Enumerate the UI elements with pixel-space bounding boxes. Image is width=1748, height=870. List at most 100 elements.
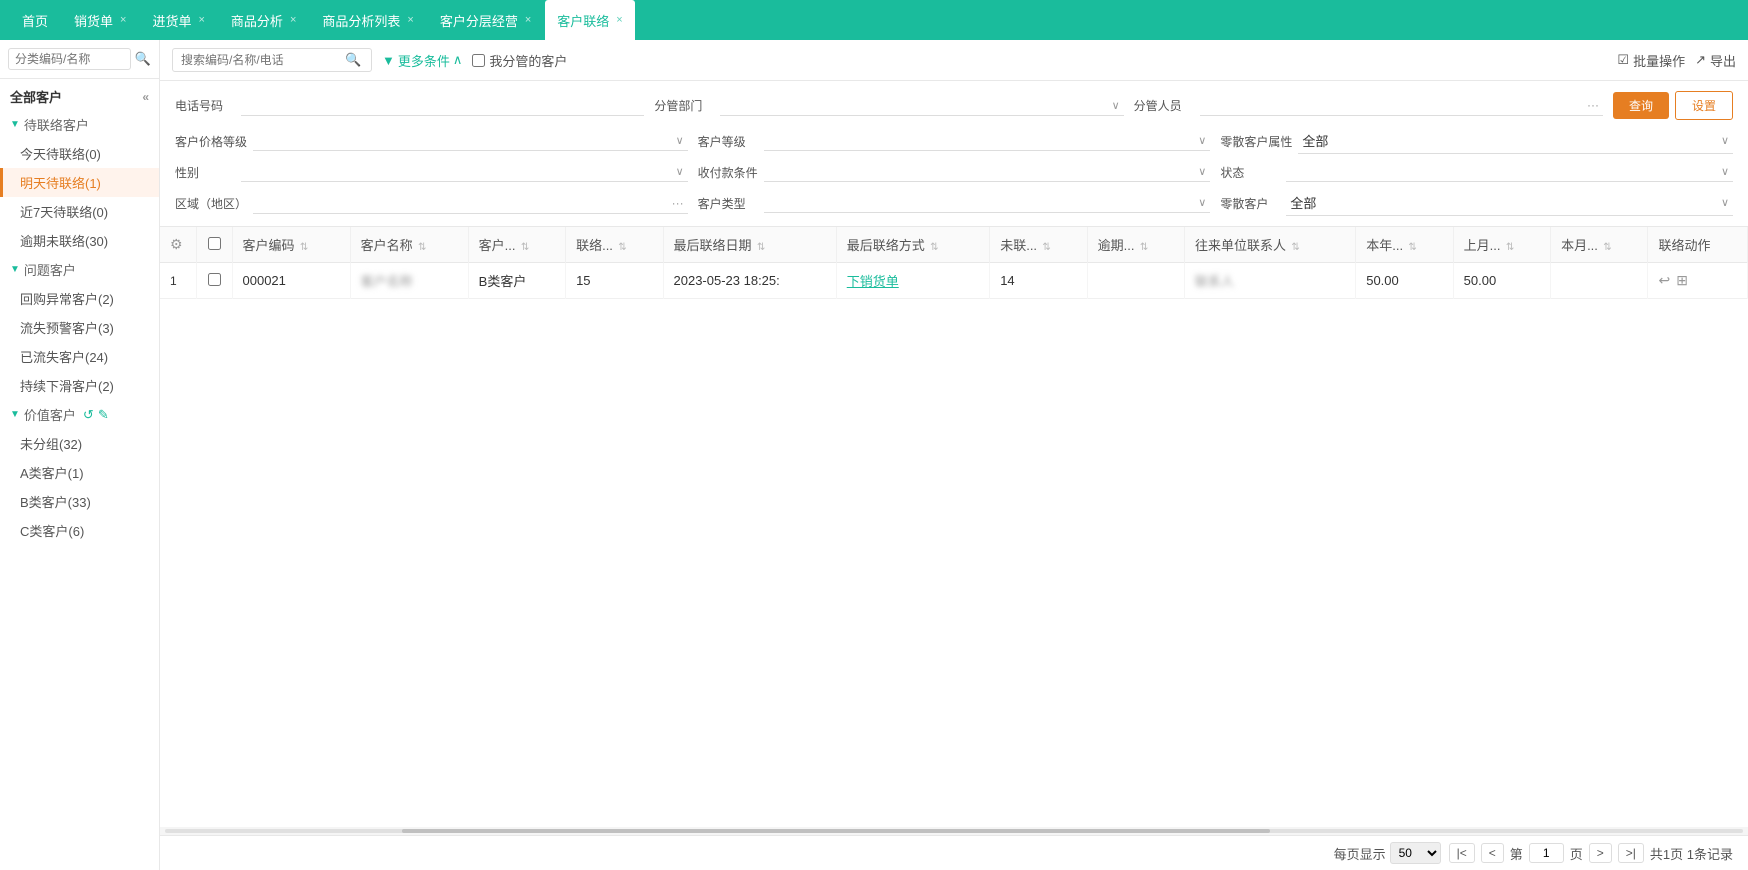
nav-product-analysis-list[interactable]: 商品分析列表 × bbox=[310, 0, 425, 40]
sidebar-search-input[interactable] bbox=[8, 48, 131, 70]
close-icon[interactable]: × bbox=[525, 14, 531, 26]
sort-icon[interactable]: ⇅ bbox=[1506, 242, 1514, 253]
nav-customer-segmentation[interactable]: 客户分层经营 × bbox=[428, 0, 543, 40]
nav-home[interactable]: 首页 bbox=[10, 0, 60, 40]
row-customer-type: B类客户 bbox=[468, 263, 565, 299]
filter-gender-select[interactable]: ∨ bbox=[241, 162, 688, 182]
chevron-up-icon: ∧ bbox=[453, 52, 463, 68]
filter-customer-level-select[interactable]: ∨ bbox=[764, 131, 1211, 151]
content-area: 🔍 ▼ 更多条件 ∧ 我分管的客户 ☑ 批量操作 ↗ 导出 bbox=[160, 40, 1748, 870]
batch-operation-button[interactable]: ☑ 批量操作 bbox=[1617, 51, 1685, 70]
data-table-area: ⚙ 客户编码 ⇅ 客户名称 ⇅ bbox=[160, 227, 1748, 827]
page-suffix: 页 bbox=[1570, 844, 1583, 863]
nav-sales-order[interactable]: 销货单 × bbox=[62, 0, 138, 40]
chevron-down-icon: ∨ bbox=[1198, 165, 1206, 178]
sidebar-item-b-class[interactable]: B类客户(33) bbox=[0, 487, 159, 516]
sort-icon[interactable]: ⇅ bbox=[521, 242, 529, 253]
filter-dept-select[interactable]: ∨ bbox=[720, 96, 1123, 116]
sidebar-item-7days-pending[interactable]: 近7天待联络(0) bbox=[0, 197, 159, 226]
page-size-select[interactable]: 50 20 100 bbox=[1390, 842, 1441, 864]
nav-purchase-order[interactable]: 进货单 × bbox=[140, 0, 216, 40]
close-icon[interactable]: × bbox=[290, 14, 296, 26]
last-contact-method-link[interactable]: 下销货单 bbox=[847, 274, 899, 289]
collapse-icon[interactable]: « bbox=[142, 90, 149, 104]
problem-section-title[interactable]: ▼ 问题客户 bbox=[0, 255, 159, 284]
search-icon[interactable]: 🔍 bbox=[345, 52, 361, 68]
scrollbar-track bbox=[165, 829, 1743, 833]
close-icon[interactable]: × bbox=[616, 14, 622, 26]
sidebar-item-churned[interactable]: 已流失客户(24) bbox=[0, 342, 159, 371]
horizontal-scrollbar[interactable] bbox=[160, 827, 1748, 835]
filter-dept: 分管部门 ∨ bbox=[654, 96, 1123, 116]
total-records-label: 共1页 1条记录 bbox=[1650, 844, 1733, 863]
sidebar-item-a-class[interactable]: A类客户(1) bbox=[0, 458, 159, 487]
page-number-input[interactable] bbox=[1529, 843, 1564, 863]
edit-icon[interactable]: ✎ bbox=[98, 407, 109, 423]
chevron-down-icon: ∨ bbox=[1198, 134, 1206, 147]
filter-retail-attr-select[interactable]: 全部 ∨ bbox=[1298, 128, 1733, 154]
query-button[interactable]: 查询 bbox=[1613, 92, 1669, 119]
select-all-checkbox[interactable] bbox=[208, 237, 221, 250]
refresh-icon[interactable]: ↺ bbox=[83, 407, 94, 423]
sort-icon[interactable]: ⇅ bbox=[1603, 242, 1611, 253]
sidebar-item-declining[interactable]: 持续下滑客户(2) bbox=[0, 371, 159, 400]
sidebar-item-today-pending[interactable]: 今天待联络(0) bbox=[0, 139, 159, 168]
last-page-button[interactable]: >| bbox=[1618, 843, 1644, 863]
sort-icon[interactable]: ⇅ bbox=[418, 242, 426, 253]
filter-retail-customer-select[interactable]: 全部 ∨ bbox=[1286, 190, 1733, 216]
sort-icon[interactable]: ⇅ bbox=[618, 242, 626, 253]
close-icon[interactable]: × bbox=[120, 14, 126, 26]
pending-section-title[interactable]: ▼ 待联络客户 bbox=[0, 110, 159, 139]
nav-product-analysis[interactable]: 商品分析 × bbox=[219, 0, 308, 40]
more-icon[interactable]: ··· bbox=[1587, 98, 1599, 112]
close-icon[interactable]: × bbox=[198, 14, 204, 26]
sidebar-item-ungrouped[interactable]: 未分组(32) bbox=[0, 429, 159, 458]
search-box[interactable]: 🔍 bbox=[172, 48, 372, 72]
filter-customer-type-select[interactable]: ∨ bbox=[764, 193, 1211, 213]
sidebar-item-overdue-pending[interactable]: 逾期未联络(30) bbox=[0, 226, 159, 255]
settings-button[interactable]: 设置 bbox=[1675, 91, 1733, 120]
my-customer-checkbox[interactable] bbox=[472, 54, 485, 67]
filter-phone-input[interactable] bbox=[241, 95, 644, 116]
row-last-contact-date: 2023-05-23 18:25: bbox=[663, 263, 836, 299]
sort-icon[interactable]: ⇅ bbox=[1140, 242, 1148, 253]
export-button[interactable]: ↗ 导出 bbox=[1695, 51, 1736, 70]
sort-icon[interactable]: ⇅ bbox=[757, 242, 765, 253]
value-section-title[interactable]: ▼ 价值客户 ↺ ✎ bbox=[0, 400, 159, 429]
filter-status-select[interactable]: ∨ bbox=[1286, 162, 1733, 182]
scrollbar-thumb[interactable] bbox=[402, 829, 1270, 833]
row-checkbox[interactable] bbox=[208, 273, 221, 286]
export-icon: ↗ bbox=[1695, 52, 1706, 68]
prev-page-button[interactable]: < bbox=[1481, 843, 1504, 863]
search-input[interactable] bbox=[181, 53, 341, 67]
more-filter-button[interactable]: ▼ 更多条件 ∧ bbox=[382, 51, 462, 70]
close-icon[interactable]: × bbox=[407, 14, 413, 26]
all-customers-header[interactable]: 全部客户 « bbox=[0, 79, 159, 110]
filter-payment-select[interactable]: ∨ bbox=[764, 162, 1211, 182]
grid-action-icon[interactable]: ⊞ bbox=[1676, 272, 1688, 289]
chevron-down-icon: ∨ bbox=[1721, 134, 1729, 147]
sort-icon[interactable]: ⇅ bbox=[300, 242, 308, 253]
sidebar-search-icon[interactable]: 🔍 bbox=[135, 51, 151, 67]
filter-price-level-select[interactable]: ∨ bbox=[253, 131, 688, 151]
sidebar-item-c-class[interactable]: C类客户(6) bbox=[0, 516, 159, 545]
top-navigation: 首页 销货单 × 进货单 × 商品分析 × 商品分析列表 × 客户分层经营 × … bbox=[0, 0, 1748, 40]
sidebar-item-tomorrow-pending[interactable]: 明天待联络(1) bbox=[0, 168, 159, 197]
sort-icon[interactable]: ⇅ bbox=[1291, 242, 1299, 253]
sidebar-item-repurchase-abnormal[interactable]: 回购异常客户(2) bbox=[0, 284, 159, 313]
more-icon[interactable]: ··· bbox=[672, 196, 684, 210]
sort-icon[interactable]: ⇅ bbox=[930, 242, 938, 253]
my-customer-checkbox-area[interactable]: 我分管的客户 bbox=[472, 51, 567, 70]
contact-action-icon[interactable]: ↩ bbox=[1658, 272, 1670, 289]
next-page-button[interactable]: > bbox=[1589, 843, 1612, 863]
first-page-button[interactable]: |< bbox=[1449, 843, 1475, 863]
filter-manager-select[interactable]: ··· bbox=[1200, 95, 1603, 116]
sort-icon[interactable]: ⇅ bbox=[1042, 242, 1050, 253]
sidebar-item-churn-warning[interactable]: 流失预警客户(3) bbox=[0, 313, 159, 342]
nav-customer-contact[interactable]: 客户联络 × bbox=[545, 0, 634, 40]
filter-region-select[interactable]: ··· bbox=[253, 193, 688, 214]
sort-icon[interactable]: ⇅ bbox=[1408, 242, 1416, 253]
row-uncontacted: 14 bbox=[990, 263, 1087, 299]
settings-gear-icon[interactable]: ⚙ bbox=[170, 236, 183, 252]
col-last-contact-method: 最后联络方式 ⇅ bbox=[836, 227, 989, 263]
